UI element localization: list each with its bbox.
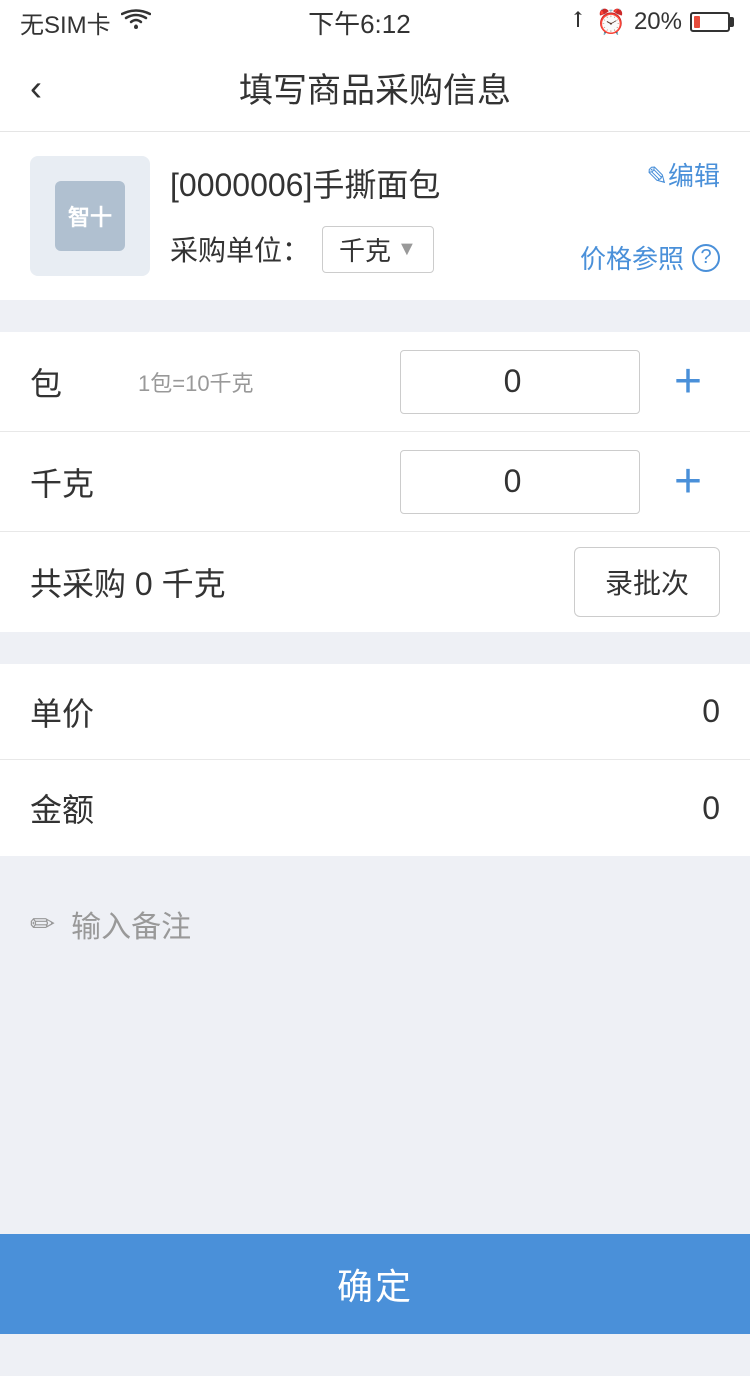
product-logo: 智十 xyxy=(55,181,125,251)
status-right: ⏰ 20% xyxy=(568,8,730,37)
location-icon xyxy=(568,8,588,36)
unit-price-value: 0 xyxy=(702,693,720,730)
note-placeholder: 输入备注 xyxy=(71,902,191,946)
edit-button[interactable]: ✎编辑 xyxy=(646,156,720,193)
page-title: 填写商品采购信息 xyxy=(239,63,511,112)
carrier-text: 无SIM卡 xyxy=(20,5,111,40)
bao-sublabel: 1包=10千克 xyxy=(138,366,254,398)
kg-input-wrapper: + xyxy=(130,450,720,514)
confirm-button-wrap: 确定 xyxy=(0,1234,750,1334)
bao-plus-button[interactable]: + xyxy=(656,350,720,414)
kg-input[interactable] xyxy=(400,450,640,514)
bao-input[interactable] xyxy=(400,350,640,414)
price-ref-help-icon[interactable]: ? xyxy=(692,244,720,272)
back-button[interactable]: ‹ xyxy=(30,67,42,109)
bao-input-row: 包 1包=10千克 + xyxy=(0,332,750,432)
status-time: 下午6:12 xyxy=(308,4,411,41)
battery-percent: 20% xyxy=(634,8,682,36)
nav-bar: ‹ 填写商品采购信息 xyxy=(0,44,750,132)
unit-select[interactable]: 千克 ▼ xyxy=(322,226,434,273)
amount-value: 0 xyxy=(702,790,720,827)
product-card: 智十 [0000006]手撕面包 采购单位： 千克 ▼ ✎编辑 价格参照 ? xyxy=(0,132,750,300)
price-ref-label: 价格参照 xyxy=(580,239,684,276)
product-image: 智十 xyxy=(30,156,150,276)
summary-row: 共采购 0 千克 录批次 xyxy=(0,532,750,632)
unit-price-label: 单价 xyxy=(30,689,94,735)
amount-label: 金额 xyxy=(30,785,94,831)
separator-2 xyxy=(0,632,750,648)
wifi-icon xyxy=(121,8,151,37)
unit-dropdown-arrow: ▼ xyxy=(397,238,417,261)
status-left: 无SIM卡 xyxy=(20,5,151,40)
price-ref-button[interactable]: 价格参照 ? xyxy=(580,239,720,276)
battery-icon xyxy=(690,12,730,32)
record-batch-button[interactable]: 录批次 xyxy=(574,547,720,617)
unit-label: 采购单位： xyxy=(170,229,310,269)
note-section[interactable]: ✏ 输入备注 xyxy=(0,872,750,976)
alarm-icon: ⏰ xyxy=(596,8,626,37)
status-bar: 无SIM卡 下午6:12 ⏰ 20% xyxy=(0,0,750,44)
note-icon: ✏ xyxy=(30,907,55,942)
content-spacer xyxy=(0,976,750,1276)
bao-input-wrapper: + xyxy=(254,350,720,414)
kg-label: 千克 xyxy=(30,459,130,505)
unit-price-row: 单价 0 xyxy=(0,664,750,760)
amount-row: 金额 0 xyxy=(0,760,750,856)
confirm-button[interactable]: 确定 xyxy=(0,1234,750,1334)
input-section: 包 1包=10千克 + 千克 + 共采购 0 千克 录批次 xyxy=(0,332,750,632)
kg-plus-button[interactable]: + xyxy=(656,450,720,514)
product-name: [0000006]手撕面包 xyxy=(170,160,720,206)
separator-1 xyxy=(0,316,750,332)
bao-label: 包 xyxy=(30,359,130,405)
unit-value: 千克 xyxy=(339,231,391,268)
price-section: 单价 0 金额 0 xyxy=(0,664,750,856)
summary-text: 共采购 0 千克 xyxy=(30,559,226,605)
kg-input-row: 千克 + xyxy=(0,432,750,532)
